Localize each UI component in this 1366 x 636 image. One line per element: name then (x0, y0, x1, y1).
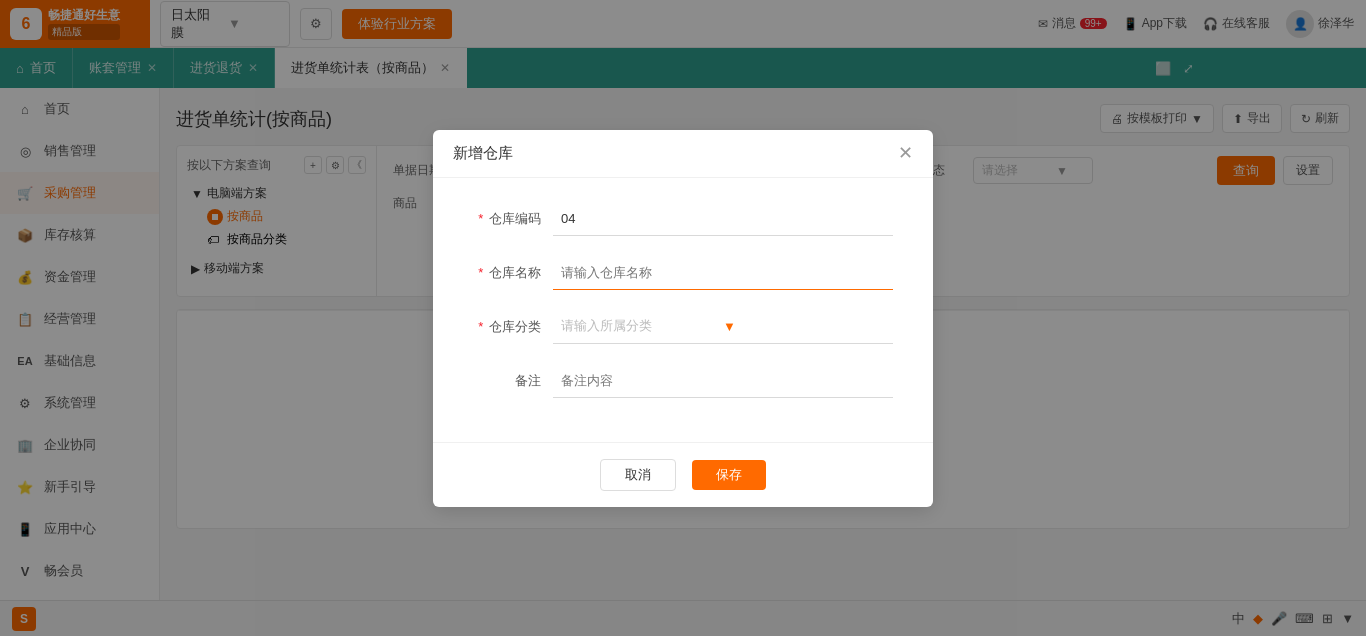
modal-header: 新增仓库 ✕ (433, 130, 933, 178)
code-label: * 仓库编码 (473, 210, 553, 228)
save-button[interactable]: 保存 (692, 460, 766, 490)
name-input[interactable] (553, 256, 893, 290)
form-row-note: 备注 (473, 364, 893, 398)
note-input[interactable] (553, 364, 893, 398)
category-label: * 仓库分类 (473, 318, 553, 336)
modal-title: 新增仓库 (453, 144, 513, 163)
name-label: * 仓库名称 (473, 264, 553, 282)
modal-body: * 仓库编码 * 仓库名称 * 仓库分类 请输入 (433, 178, 933, 442)
modal-overlay[interactable]: 新增仓库 ✕ * 仓库编码 * 仓库名称 (0, 0, 1366, 636)
modal-close-btn[interactable]: ✕ (898, 144, 913, 162)
form-row-name: * 仓库名称 (473, 256, 893, 290)
note-label: 备注 (473, 372, 553, 390)
form-row-category: * 仓库分类 请输入所属分类 ▼ (473, 310, 893, 344)
modal-new-warehouse: 新增仓库 ✕ * 仓库编码 * 仓库名称 (433, 130, 933, 507)
form-row-code: * 仓库编码 (473, 202, 893, 236)
category-select[interactable]: 请输入所属分类 ▼ (553, 310, 893, 344)
category-placeholder: 请输入所属分类 (561, 317, 723, 335)
modal-footer: 取消 保存 (433, 442, 933, 507)
code-input[interactable] (553, 202, 893, 236)
category-dropdown-icon: ▼ (723, 319, 885, 334)
cancel-button[interactable]: 取消 (600, 459, 676, 491)
